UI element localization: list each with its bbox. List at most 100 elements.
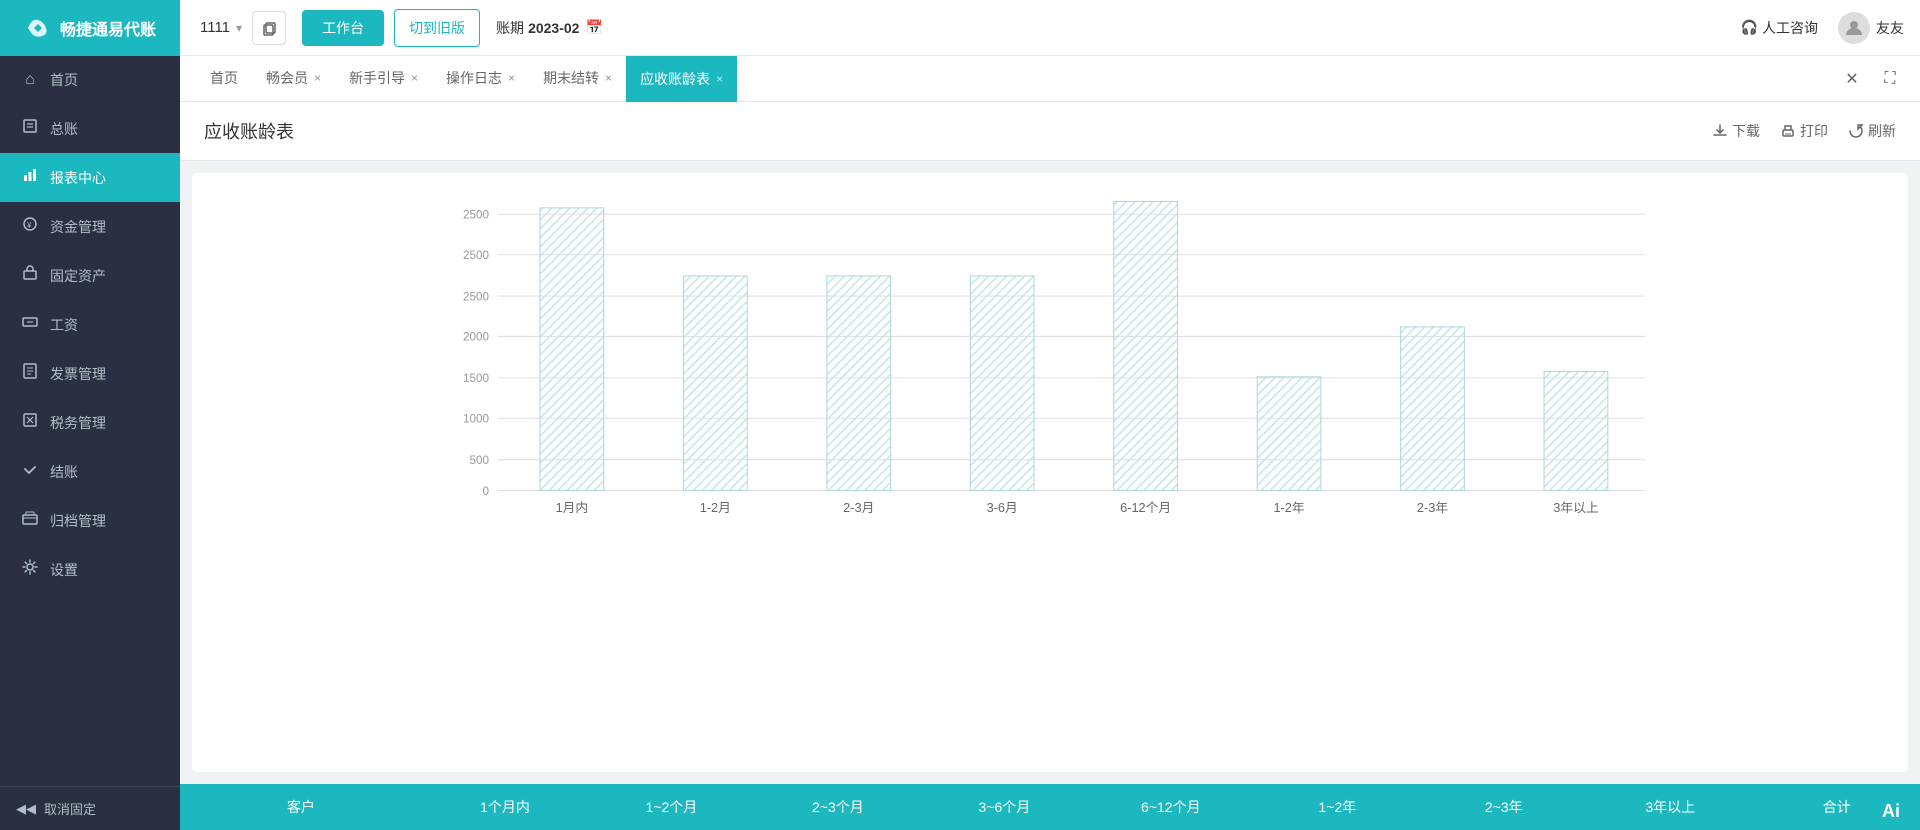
sidebar-item-label: 报表中心 [50,168,106,188]
period-label: 账期 [496,18,524,38]
sidebar-item-label: 税务管理 [50,413,106,433]
close-all-button[interactable]: ✕ [1838,65,1866,93]
reports-icon [20,167,40,188]
svg-text:3-6月: 3-6月 [987,500,1018,515]
sidebar-item-archive[interactable]: 归档管理 [0,496,180,545]
svg-text:1月内: 1月内 [556,500,589,515]
sidebar-item-label: 资金管理 [50,217,106,237]
sidebar-item-checkout[interactable]: 结账 [0,447,180,496]
tab-member[interactable]: 畅会员 × [252,56,335,102]
print-icon [1780,123,1796,139]
tab-member-label: 畅会员 [266,68,308,88]
sidebar-item-invoice[interactable]: 发票管理 [0,349,180,398]
settings-icon [20,559,40,580]
sidebar-item-salary[interactable]: 工资 [0,300,180,349]
sidebar-item-ledger[interactable]: 总账 [0,104,180,153]
page-header: 应收账龄表 下载 [180,102,1920,161]
page-content: 应收账龄表 下载 [180,102,1920,830]
expand-button[interactable]: ⛶ [1876,65,1904,93]
svg-text:1-2月: 1-2月 [700,500,731,515]
sidebar-item-label: 结账 [50,462,78,482]
tab-ar-aging-close[interactable]: × [716,72,723,86]
tab-oplog-label: 操作日志 [446,68,502,88]
sidebar-item-settings[interactable]: 设置 [0,545,180,594]
page-title: 应收账龄表 [204,118,294,144]
funds-icon: ¥ [20,216,40,237]
invoice-icon [20,363,40,384]
tab-period-end[interactable]: 期末结转 × [529,56,626,102]
tab-oplog[interactable]: 操作日志 × [432,56,529,102]
tabs-actions: ✕ ⛶ [1838,65,1904,93]
sidebar-item-label: 固定资产 [50,266,106,286]
company-selector[interactable]: 1111 ▾ [200,19,242,36]
ai-badge[interactable]: Ai [1862,793,1920,830]
content-area: 首页 畅会员 × 新手引导 × 操作日志 × 期末结转 × 应收账龄表 × [180,56,1920,830]
company-name: 1111 [200,19,230,36]
tab-period-end-close[interactable]: × [605,71,612,85]
avatar [1838,12,1870,44]
sidebar-item-home[interactable]: ⌂ 首页 [0,56,180,104]
sidebar-item-label: 首页 [50,70,78,90]
tax-icon [20,412,40,433]
user-area[interactable]: 友友 [1838,12,1904,44]
refresh-button[interactable]: 刷新 [1848,121,1896,141]
table-col-2-3y: 2~3年 [1421,797,1587,817]
tabs-bar: 首页 畅会员 × 新手引导 × 操作日志 × 期末结转 × 应收账龄表 × [180,56,1920,102]
tab-oplog-close[interactable]: × [508,71,515,85]
tab-period-end-label: 期末结转 [543,68,599,88]
tab-home[interactable]: 首页 [196,56,252,102]
logo-area: 畅捷通易代账 [0,0,180,56]
tab-guide-label: 新手引导 [349,68,405,88]
svg-text:500: 500 [470,454,490,467]
cancel-fixed-label: 取消固定 [44,799,96,818]
calendar-icon[interactable]: 📅 [585,19,602,36]
logo-icon [24,14,52,42]
svg-text:1500: 1500 [463,372,489,385]
chart-container: 2500 2500 2500 2000 1500 1000 500 0 [192,173,1908,772]
ledger-icon [20,118,40,139]
sidebar-item-label: 总账 [50,119,78,139]
table-col-3y-plus: 3年以上 [1587,797,1753,817]
consultation-label: 人工咨询 [1762,18,1818,38]
salary-icon [20,314,40,335]
sidebar-item-reports[interactable]: 报表中心 [0,153,180,202]
switch-old-button[interactable]: 切到旧版 [394,9,480,47]
sidebar-item-label: 设置 [50,560,78,580]
logo-text: 畅捷通易代账 [60,16,156,40]
copy-button[interactable] [252,11,286,45]
tab-ar-aging[interactable]: 应收账龄表 × [626,56,737,102]
table-col-customer: 客户 [180,797,422,817]
svg-text:2000: 2000 [463,331,489,344]
checkout-icon [20,461,40,482]
print-button[interactable]: 打印 [1780,121,1828,141]
sidebar: ⌂ 首页 总账 报表中心 ¥ 资金管理 固定资产 [0,56,180,830]
svg-text:6-12个月: 6-12个月 [1120,500,1171,515]
pin-icon: ◀◀ [16,801,36,817]
tab-guide[interactable]: 新手引导 × [335,56,432,102]
page-actions: 下载 打印 刷新 [1712,121,1896,141]
workbench-button[interactable]: 工作台 [302,10,384,46]
sidebar-item-funds[interactable]: ¥ 资金管理 [0,202,180,251]
svg-text:2500: 2500 [463,209,489,222]
svg-text:3年以上: 3年以上 [1553,500,1599,515]
svg-text:1-2年: 1-2年 [1273,500,1304,515]
table-col-6-12m: 6~12个月 [1088,797,1254,817]
period-value: 2023-02 [528,20,579,36]
cancel-fixed-button[interactable]: ◀◀ 取消固定 [0,786,180,830]
download-icon [1712,123,1728,139]
table-col-3-6m: 3~6个月 [921,797,1087,817]
table-col-2-3m: 2~3个月 [755,797,921,817]
user-name: 友友 [1876,18,1904,38]
svg-text:2500: 2500 [463,249,489,262]
svg-text:2500: 2500 [463,290,489,303]
sidebar-item-tax[interactable]: 税务管理 [0,398,180,447]
download-button[interactable]: 下载 [1712,121,1760,141]
tab-member-close[interactable]: × [314,71,321,85]
dropdown-icon: ▾ [236,21,242,35]
consultation-link[interactable]: 🎧 人工咨询 [1741,18,1818,38]
tab-guide-close[interactable]: × [411,71,418,85]
sidebar-item-assets[interactable]: 固定资产 [0,251,180,300]
top-header: 畅捷通易代账 1111 ▾ 工作台 切到旧版 账期 2023-02 📅 🎧 人工… [0,0,1920,56]
tab-ar-aging-label: 应收账龄表 [640,69,710,89]
header-right: 🎧 人工咨询 友友 [1741,12,1904,44]
